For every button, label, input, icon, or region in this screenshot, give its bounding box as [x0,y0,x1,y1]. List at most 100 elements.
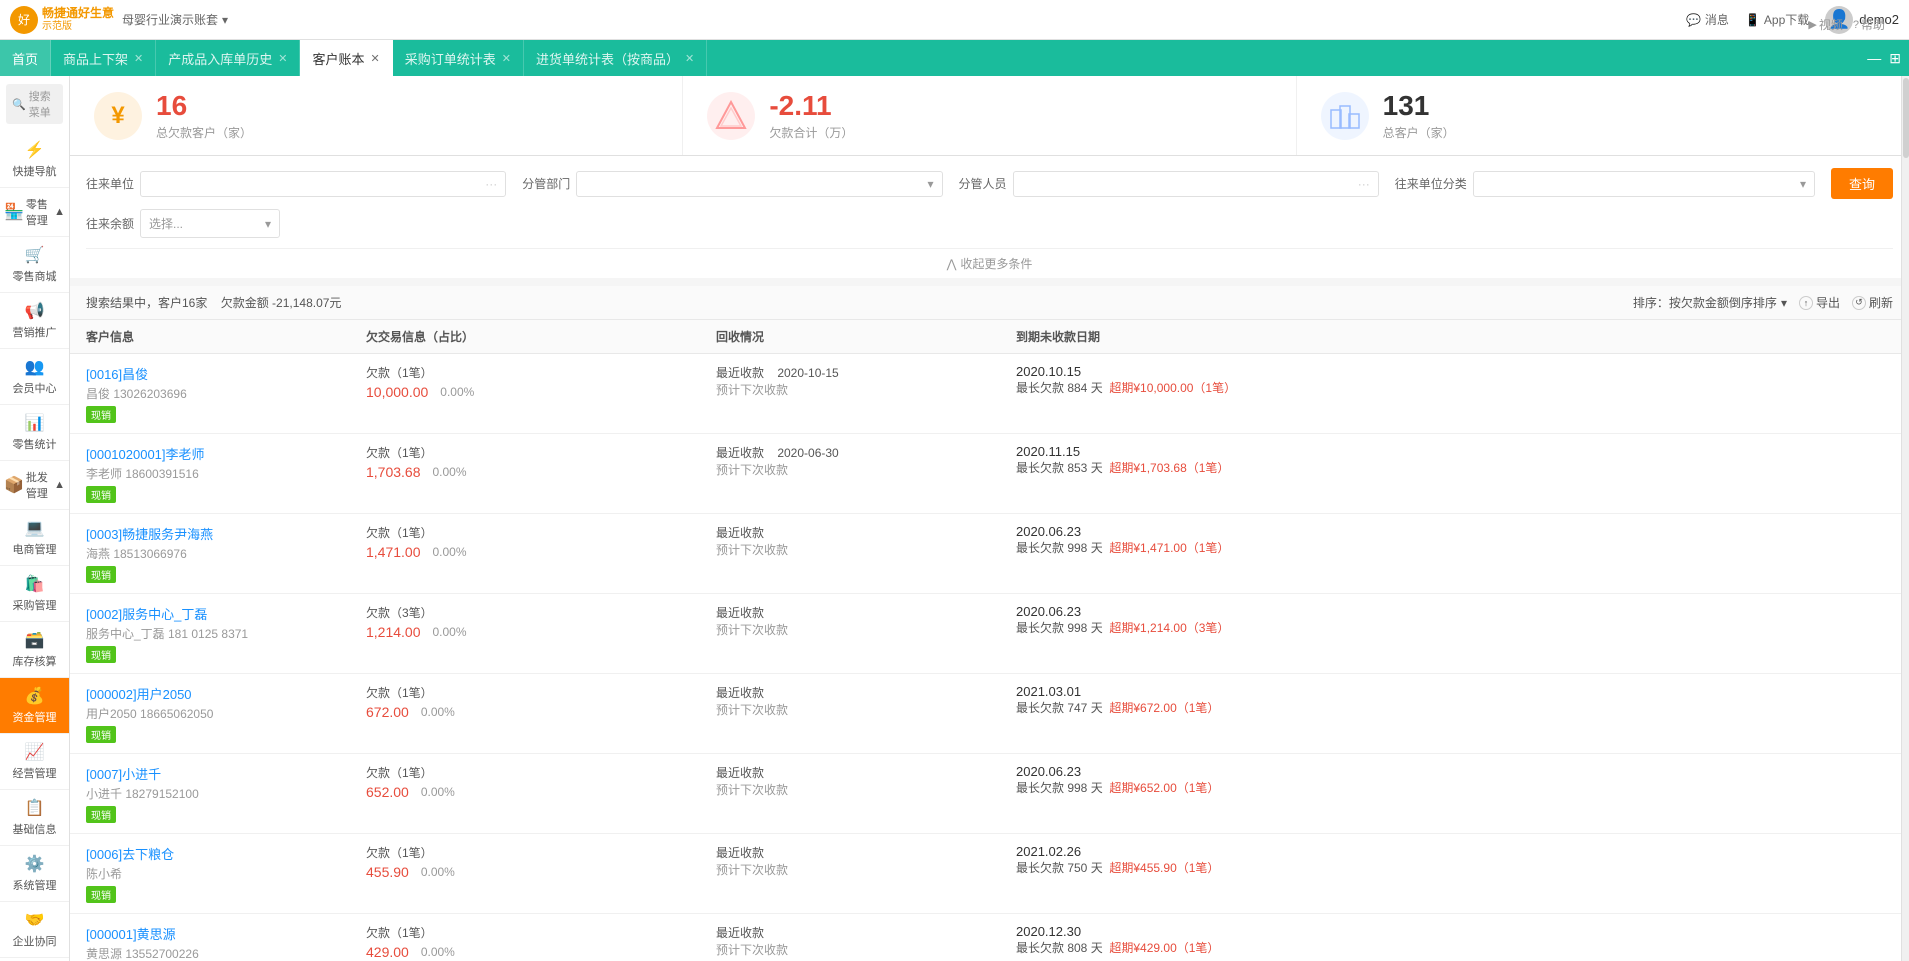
filter-input-person[interactable]: ··· [1013,171,1379,197]
sidebar-item-retail-mall[interactable]: 🛒 零售商城 [0,237,69,293]
sidebar-item-marketing[interactable]: 📢 营销推广 [0,293,69,349]
tab-stock-stats-close[interactable]: ✕ [685,52,694,65]
customer-name-4[interactable]: [0002]服务中心_丁磊 [86,604,358,623]
scrollbar-thumb[interactable] [1903,78,1909,158]
tab-customer-account-close[interactable]: ✕ [371,52,380,65]
table-row: [000002]用户2050 用户2050 18665062050 现销 欠款（… [70,674,1909,754]
debt-amount-2[interactable]: 1,703.68 [366,464,421,480]
tab-stock-stats[interactable]: 进货单统计表（按商品） ✕ [524,40,707,76]
operations-label: 经营管理 [13,765,57,781]
customer-phone-2: 李老师 18600391516 [86,465,358,482]
debt-amount-8[interactable]: 429.00 [366,944,409,960]
sidebar-item-quick-nav[interactable]: ⚡ 快捷导航 [0,132,69,188]
sidebar-item-basic-info[interactable]: 📋 基础信息 [0,790,69,846]
search-button[interactable]: 查询 [1831,168,1893,199]
cell-customer-3: [0003]畅捷服务尹海燕 海燕 18513066976 现销 [86,524,366,583]
card-icon-debt [707,92,755,140]
customer-name-8[interactable]: [000001]黄思源 [86,924,358,943]
recover-next-7: 预计下次收款 [716,861,1008,878]
maximize-icon[interactable]: ⊞ [1887,48,1903,69]
sidebar-item-member-center[interactable]: 👥 会员中心 [0,349,69,405]
debt-amount-3[interactable]: 1,471.00 [366,544,421,560]
summary-card-total: 131 总客户（家） ▶ 视频 ? 帮助 [1297,76,1909,155]
scrollbar-track [1901,76,1909,961]
cell-customer-6: [0007]小进千 小进千 18279152100 现销 [86,764,366,823]
tab-customer-account[interactable]: 客户账本 ✕ [300,40,392,76]
debt-amount-1[interactable]: 10,000.00 [366,384,428,400]
overdue-link-5[interactable]: 超期¥672.00（1笔） [1109,701,1219,715]
debt-amount-6[interactable]: 652.00 [366,784,409,800]
message-btn[interactable]: 💬 消息 [1686,11,1729,28]
overdue-link-1[interactable]: 超期¥10,000.00（1笔） [1109,381,1236,395]
cell-debt-6: 欠款（1笔） 652.00 0.00% [366,764,716,800]
customer-name-1[interactable]: [0016]昌俊 [86,364,358,383]
filter-label-party: 往来单位 [86,175,134,192]
sidebar-item-collab[interactable]: 🤝 企业协同 [0,902,69,958]
export-label: 导出 [1816,294,1840,311]
filter-select-category[interactable]: ▾ [1473,171,1815,197]
table-row: [0007]小进千 小进千 18279152100 现销 欠款（1笔） 652.… [70,754,1909,834]
card-info-customers: 16 总欠款客户（家） [156,90,252,141]
debt-amount-7[interactable]: 455.90 [366,864,409,880]
overdue-link-6[interactable]: 超期¥652.00（1笔） [1109,781,1219,795]
overdue-link-8[interactable]: 超期¥429.00（1笔） [1109,941,1219,955]
tab-product-listing[interactable]: 商品上下架 ✕ [51,40,156,76]
sidebar-item-retail-mgmt[interactable]: 🏪 零售管理 ▲ [0,188,69,237]
app-download-btn[interactable]: 📱 App下载 [1745,11,1809,28]
overdue-link-2[interactable]: 超期¥1,703.68（1笔） [1109,461,1229,475]
sidebar-item-ecommerce[interactable]: 💻 电商管理 [0,510,69,566]
overdue-link-4[interactable]: 超期¥1,214.00（3笔） [1109,621,1229,635]
retail-mall-label: 零售商城 [13,268,57,284]
dots-icon: ··· [485,177,497,191]
tab-home-label: 首页 [12,49,38,68]
tab-stock-history-close[interactable]: ✕ [278,52,287,65]
tab-product-listing-close[interactable]: ✕ [134,52,143,65]
customer-name-2[interactable]: [0001020001]李老师 [86,444,358,463]
debt-info-6: 欠款（1笔） [366,764,708,781]
overdue-day-1: 最长欠款 884 天 超期¥10,000.00（1笔） [1016,379,1885,396]
filter-input-party[interactable]: ··· [140,171,506,197]
customer-phone-1: 昌俊 13026203696 [86,385,358,402]
filter-select-balance[interactable]: 选择... ▾ [140,209,280,238]
search-menu-box[interactable]: 🔍 搜索菜单 [6,84,63,124]
recover-info-6: 最近收款 [716,764,1008,781]
collapse-row[interactable]: ⋀ 收起更多条件 [86,248,1893,278]
overdue-link-7[interactable]: 超期¥455.90（1笔） [1109,861,1219,875]
cell-debt-5: 欠款（1笔） 672.00 0.00% [366,684,716,720]
customer-name-3[interactable]: [0003]畅捷服务尹海燕 [86,524,358,543]
debt-amount-4[interactable]: 1,214.00 [366,624,421,640]
customer-name-5[interactable]: [000002]用户2050 [86,684,358,703]
sort-select[interactable]: 排序：按欠款金额倒序排序 ▾ [1633,294,1787,311]
sidebar-item-inventory[interactable]: 🗃️ 库存核算 [0,622,69,678]
customer-phone-4: 服务中心_丁磊 181 0125 8371 [86,625,358,642]
company-selector[interactable]: 母婴行业演示账套 ▾ [122,11,228,28]
minimize-icon[interactable]: — [1865,48,1883,68]
refresh-btn[interactable]: ↺ 刷新 [1852,294,1893,311]
app-icon: 📱 [1745,13,1760,27]
overdue-date-1: 2020.10.15 [1016,364,1885,379]
sidebar-item-operations[interactable]: 📈 经营管理 [0,734,69,790]
tab-purchase-stats-label: 采购订单统计表 [405,49,496,68]
filter-select-dept[interactable]: ▾ [576,171,942,197]
filter-label-category: 往来单位分类 [1395,175,1467,192]
customer-name-7[interactable]: [0006]去下粮仓 [86,844,358,863]
tab-purchase-stats-close[interactable]: ✕ [502,52,511,65]
dots-icon-2: ··· [1358,177,1370,191]
sidebar-item-system[interactable]: ⚙️ 系统管理 [0,846,69,902]
customer-name-6[interactable]: [0007]小进千 [86,764,358,783]
tab-stock-history[interactable]: 产成品入库单历史 ✕ [156,40,300,76]
sidebar-item-retail-stats[interactable]: 📊 零售统计 [0,405,69,461]
debt-percent-3: 0.00% [433,545,467,559]
debt-percent-4: 0.00% [433,625,467,639]
sidebar-item-purchase[interactable]: 🛍️ 采购管理 [0,566,69,622]
overdue-day-7: 最长欠款 750 天 超期¥455.90（1笔） [1016,859,1885,876]
debt-amount-5[interactable]: 672.00 [366,704,409,720]
sidebar-item-finance[interactable]: 💰 资金管理 [0,678,69,734]
sidebar-item-wholesale[interactable]: 📦 批发管理 ▲ [0,461,69,510]
table-row: [0001020001]李老师 李老师 18600391516 现销 欠款（1笔… [70,434,1909,514]
export-btn[interactable]: ↑ 导出 [1799,294,1840,311]
tab-home[interactable]: 首页 [0,40,51,76]
tab-purchase-stats[interactable]: 采购订单统计表 ✕ [393,40,524,76]
overdue-link-3[interactable]: 超期¥1,471.00（1笔） [1109,541,1229,555]
content-area: ¥ 16 总欠款客户（家） -2.11 欠款合计（万） [70,76,1909,961]
